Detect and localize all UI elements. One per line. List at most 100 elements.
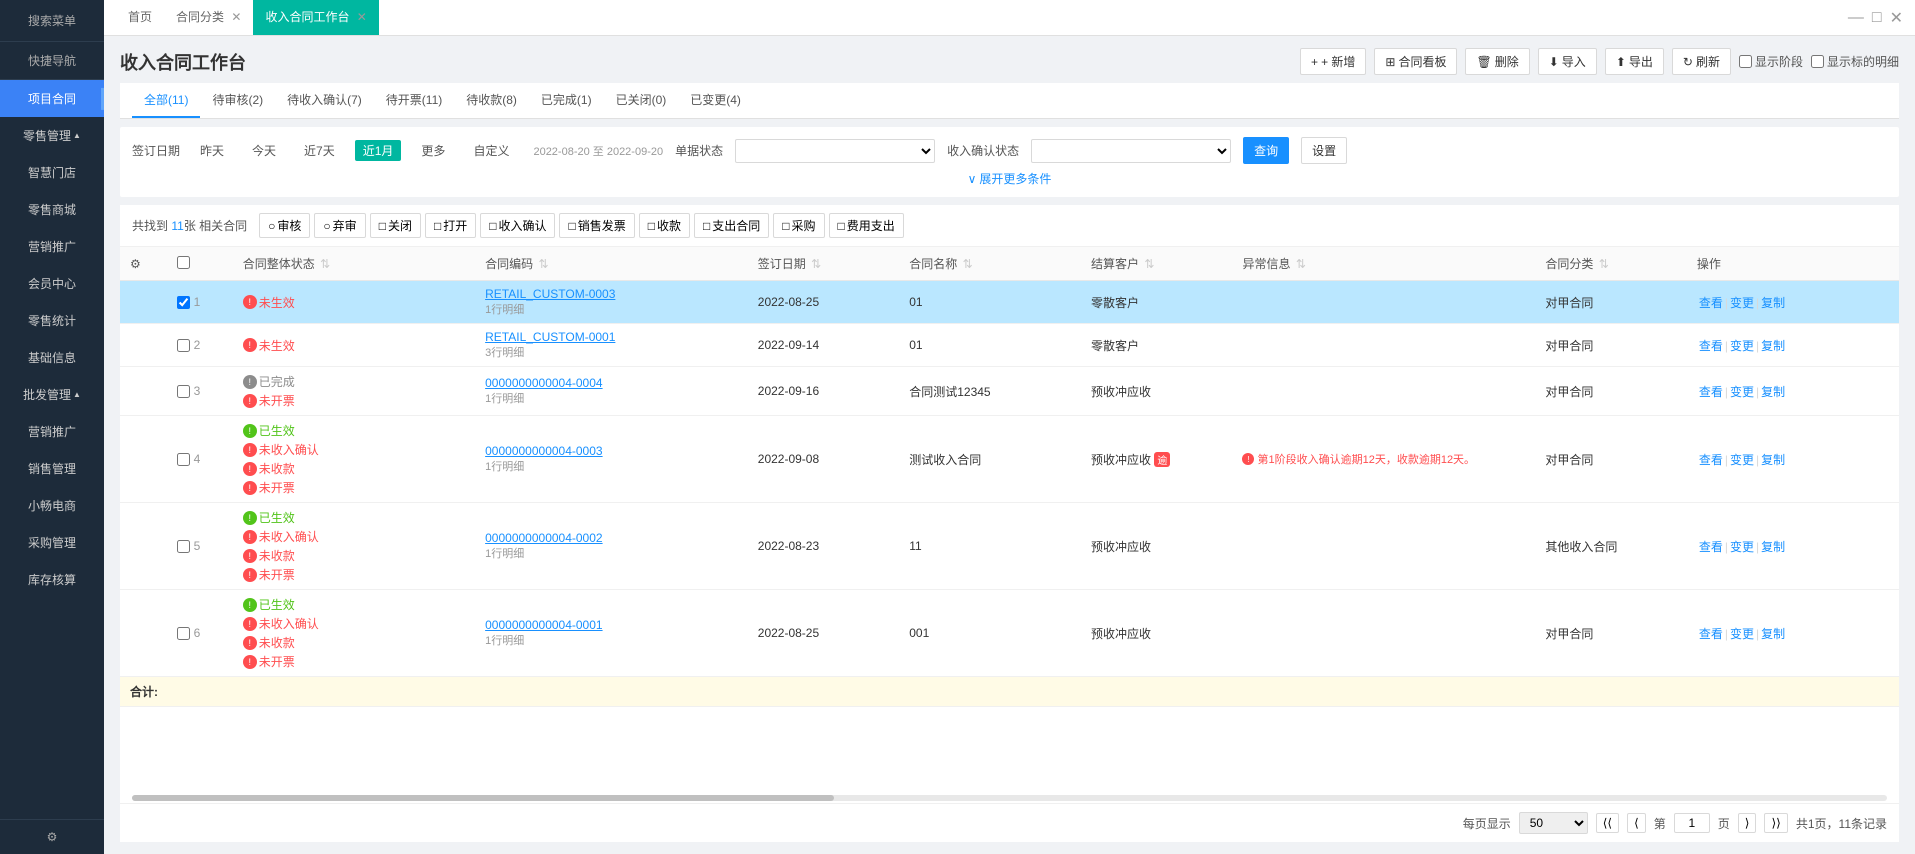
action-复制[interactable]: 复制: [1761, 385, 1785, 399]
contract-code-link[interactable]: 0000000000004-0004: [485, 376, 602, 390]
contract-code-link[interactable]: RETAIL_CUSTOM-0001: [485, 330, 615, 344]
action-变更[interactable]: 变更: [1730, 453, 1754, 467]
maximize-button[interactable]: □: [1872, 9, 1882, 27]
sidebar-item-sales-mgmt[interactable]: 销售管理: [0, 450, 104, 487]
minimize-button[interactable]: —: [1848, 9, 1864, 27]
contract-code-link[interactable]: 0000000000004-0002: [485, 531, 602, 545]
action-查看[interactable]: 查看: [1699, 627, 1723, 641]
sidebar-item-base-info[interactable]: 基础信息: [0, 339, 104, 376]
sidebar-item-inventory[interactable]: 库存核算: [0, 561, 104, 598]
expense-output-button[interactable]: □ 费用支出: [829, 213, 904, 238]
tab-income-workbench[interactable]: 收入合同工作台 ✕: [253, 0, 378, 35]
cancel-audit-button[interactable]: ○ 弃审: [314, 213, 365, 238]
th-date[interactable]: 签订日期 ⇅: [748, 247, 899, 281]
action-查看[interactable]: 查看: [1699, 296, 1723, 310]
action-复制[interactable]: 复制: [1761, 627, 1785, 641]
th-category[interactable]: 合同分类 ⇅: [1535, 247, 1686, 281]
purchase-button[interactable]: □ 采购: [773, 213, 824, 238]
status-tab-all[interactable]: 全部(11): [132, 83, 200, 118]
row-checkbox[interactable]: [177, 540, 190, 553]
kanban-button[interactable]: ⊞ 合同看板: [1374, 48, 1457, 75]
th-settings[interactable]: ⚙: [120, 247, 167, 281]
action-变更[interactable]: 变更: [1730, 339, 1754, 353]
action-变更[interactable]: 变更: [1730, 627, 1754, 641]
th-customer[interactable]: 结算客户 ⇅: [1081, 247, 1232, 281]
contract-code-link[interactable]: RETAIL_CUSTOM-0003: [485, 287, 615, 301]
close-contract-button[interactable]: □ 关闭: [370, 213, 421, 238]
th-name[interactable]: 合同名称 ⇅: [899, 247, 1081, 281]
th-code[interactable]: 合同编码 ⇅: [475, 247, 748, 281]
action-变更[interactable]: 变更: [1730, 540, 1754, 554]
action-查看[interactable]: 查看: [1699, 385, 1723, 399]
filter-last7[interactable]: 近7天: [296, 140, 343, 161]
filter-last1month[interactable]: 近1月: [355, 140, 402, 161]
page-size-select[interactable]: 50 20 100: [1519, 812, 1588, 834]
sidebar-item-purchase[interactable]: 采购管理: [0, 524, 104, 561]
tab-contract-category[interactable]: 合同分类 ✕: [164, 0, 253, 35]
th-checkbox[interactable]: [167, 247, 233, 281]
audit-button[interactable]: ○ 审核: [259, 213, 310, 238]
sidebar-item-wholesale[interactable]: 批发管理 ▲: [0, 376, 104, 413]
status-tab-pending-payment[interactable]: 待收款(8): [454, 83, 529, 118]
import-button[interactable]: ⬇ 导入: [1538, 48, 1597, 75]
tab-home[interactable]: 首页: [116, 0, 164, 35]
status-tab-pending-review[interactable]: 待审核(2): [200, 83, 275, 118]
row-checkbox[interactable]: [177, 339, 190, 352]
status-tab-changed[interactable]: 已变更(4): [678, 83, 753, 118]
action-查看[interactable]: 查看: [1699, 453, 1723, 467]
sidebar-nav[interactable]: 快捷导航: [0, 42, 104, 80]
prev-page-button[interactable]: ⟨: [1627, 813, 1646, 833]
query-button[interactable]: 查询: [1243, 137, 1289, 164]
add-button[interactable]: + + 新增: [1300, 48, 1366, 75]
select-all-checkbox[interactable]: [177, 256, 190, 269]
sidebar-item-member[interactable]: 会员中心: [0, 265, 104, 302]
filter-more[interactable]: 更多: [413, 140, 453, 161]
status-tab-pending-invoice[interactable]: 待开票(11): [374, 83, 454, 118]
filter-yesterday[interactable]: 昨天: [192, 140, 232, 161]
income-confirm-filter-select[interactable]: [1031, 139, 1231, 163]
open-contract-button[interactable]: □ 打开: [425, 213, 476, 238]
show-stages-checkbox-label[interactable]: 显示阶段: [1739, 53, 1803, 70]
action-变更[interactable]: 变更: [1730, 296, 1754, 310]
sidebar-item-retail-mgmt[interactable]: 零售管理 ▲: [0, 117, 104, 154]
collection-button[interactable]: □ 收款: [639, 213, 690, 238]
sidebar-item-retail-mall[interactable]: 零售商城: [0, 191, 104, 228]
status-tab-pending-income-confirm[interactable]: 待收入确认(7): [275, 83, 374, 118]
action-复制[interactable]: 复制: [1761, 453, 1785, 467]
row-checkbox[interactable]: [177, 296, 190, 309]
sidebar-search[interactable]: 搜索菜单: [0, 0, 104, 42]
action-变更[interactable]: 变更: [1730, 385, 1754, 399]
status-tab-completed[interactable]: 已完成(1): [529, 83, 604, 118]
sidebar-item-marketing[interactable]: 营销推广: [0, 228, 104, 265]
horizontal-scrollbar[interactable]: [132, 795, 1887, 801]
sidebar-item-project[interactable]: 项目合同: [0, 80, 104, 117]
sidebar-item-smart-store[interactable]: 智慧门店: [0, 154, 104, 191]
last-page-button[interactable]: ⟩⟩: [1764, 813, 1787, 833]
close-button[interactable]: ✕: [1890, 8, 1903, 28]
sidebar-item-marketing2[interactable]: 营销推广: [0, 413, 104, 450]
status-filter-select[interactable]: [735, 139, 935, 163]
action-复制[interactable]: 复制: [1761, 339, 1785, 353]
status-tab-closed[interactable]: 已关闭(0): [604, 83, 679, 118]
close-tab-contract-category[interactable]: ✕: [231, 10, 241, 24]
settings-button[interactable]: ⚙: [0, 819, 104, 854]
sales-invoice-button[interactable]: □ 销售发票: [559, 213, 634, 238]
page-input[interactable]: [1674, 813, 1710, 833]
action-复制[interactable]: 复制: [1761, 540, 1785, 554]
sidebar-item-ecommerce[interactable]: 小畅电商: [0, 487, 104, 524]
expand-filter-button[interactable]: ∨ 展开更多条件: [968, 170, 1052, 187]
row-checkbox[interactable]: [177, 453, 190, 466]
first-page-button[interactable]: ⟨⟨: [1596, 813, 1619, 833]
delete-button[interactable]: 🗑 删除: [1465, 48, 1529, 75]
contract-code-link[interactable]: 0000000000004-0003: [485, 444, 602, 458]
next-page-button[interactable]: ⟩: [1738, 813, 1757, 833]
refresh-button[interactable]: ↻ 刷新: [1672, 48, 1731, 75]
row-checkbox[interactable]: [177, 627, 190, 640]
close-tab-income-workbench[interactable]: ✕: [357, 10, 367, 24]
show-details-checkbox[interactable]: [1811, 55, 1824, 68]
contract-code-link[interactable]: 0000000000004-0001: [485, 618, 602, 632]
show-details-checkbox-label[interactable]: 显示标的明细: [1811, 53, 1899, 70]
th-status[interactable]: 合同整体状态 ⇅: [233, 247, 475, 281]
export-button[interactable]: ⬆ 导出: [1605, 48, 1664, 75]
action-查看[interactable]: 查看: [1699, 540, 1723, 554]
